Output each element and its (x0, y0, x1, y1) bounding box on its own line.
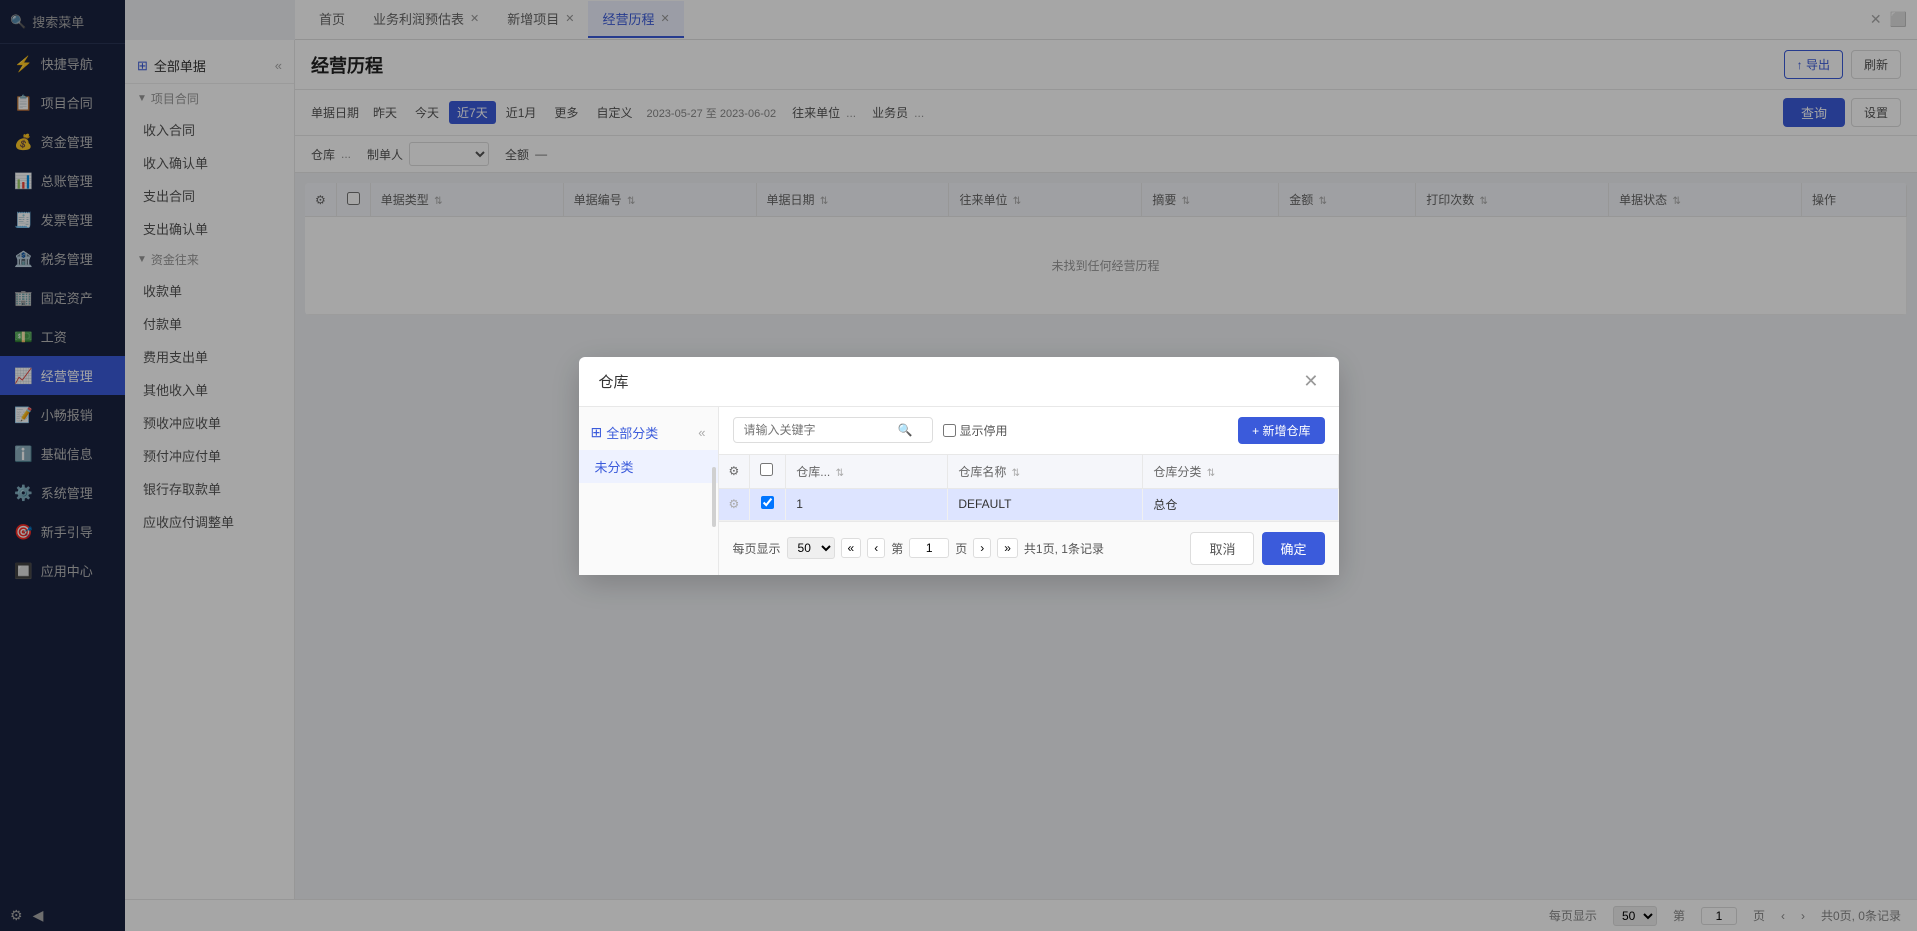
modal-search-box: 🔍 (733, 417, 933, 443)
row-code: DEFAULT (948, 488, 1143, 520)
modal-select-all[interactable] (760, 463, 773, 476)
modal-body: ⊞ 全部分类 « 未分类 🔍 显示 (579, 407, 1339, 575)
modal-sidebar-uncategorized[interactable]: 未分类 (579, 450, 718, 483)
modal-col-name: 仓库名称 ⇅ (948, 455, 1143, 489)
modal-col-category: 仓库分类 ⇅ (1143, 455, 1338, 489)
row-settings: ⚙ (719, 488, 750, 520)
table-row[interactable]: ⚙ 1 DEFAULT 总仓 (719, 488, 1339, 520)
modal-prev-page-btn[interactable]: ‹ (867, 538, 885, 558)
modal-sidebar-scrollbar (712, 467, 716, 527)
modal-per-page-label: 每页显示 (733, 540, 781, 557)
modal-next-page-btn[interactable]: › (973, 538, 991, 558)
modal-footer: 每页显示 50 « ‹ 第 页 › » 共1页, 1条记录 (719, 521, 1339, 575)
show-disabled-label: 显示停用 (943, 422, 1008, 439)
cancel-button[interactable]: 取消 (1190, 532, 1254, 565)
modal-page-input[interactable] (909, 538, 949, 558)
modal-page-label-2: 页 (955, 540, 967, 557)
add-warehouse-button[interactable]: + 新增仓库 (1238, 417, 1324, 444)
modal-page-label: 第 (891, 540, 903, 557)
modal-actions: 取消 确定 (1190, 532, 1324, 565)
modal-sidebar-header: ⊞ 全部分类 « (579, 415, 718, 450)
modal-all-label[interactable]: 全部分类 (606, 423, 658, 442)
row-id: 1 (786, 488, 948, 520)
modal-table: ⚙ 仓库... ⇅ 仓库名称 ⇅ 仓库分类 ⇅ ⚙ (719, 455, 1339, 521)
modal-toolbar: 🔍 显示停用 + 新增仓库 (719, 407, 1339, 455)
modal-overlay[interactable]: 仓库 ✕ ⊞ 全部分类 « 未分类 (0, 0, 1917, 931)
modal-sidebar: ⊞ 全部分类 « 未分类 (579, 407, 719, 575)
modal-header: 仓库 ✕ (579, 357, 1339, 407)
modal-search-icon[interactable]: 🔍 (898, 423, 913, 437)
modal-per-page-select[interactable]: 50 (787, 537, 835, 559)
modal-col-checkbox[interactable] (750, 455, 786, 489)
show-disabled-checkbox[interactable] (943, 424, 956, 437)
modal-title: 仓库 (599, 371, 629, 392)
modal-grid-icon: ⊞ (591, 424, 603, 441)
modal-col-id: 仓库... ⇅ (786, 455, 948, 489)
modal-last-page-btn[interactable]: » (997, 538, 1018, 558)
modal-first-page-btn[interactable]: « (841, 538, 862, 558)
row-checkbox[interactable] (750, 488, 786, 520)
modal-col-settings[interactable]: ⚙ (719, 455, 750, 489)
modal-content: 🔍 显示停用 + 新增仓库 ⚙ (719, 407, 1339, 575)
row-select-checkbox[interactable] (761, 496, 774, 509)
modal-table-area: ⚙ 仓库... ⇅ 仓库名称 ⇅ 仓库分类 ⇅ ⚙ (719, 455, 1339, 521)
modal-sidebar-collapse[interactable]: « (698, 425, 705, 440)
modal-total: 共1页, 1条记录 (1024, 540, 1104, 557)
warehouse-modal: 仓库 ✕ ⊞ 全部分类 « 未分类 (579, 357, 1339, 575)
modal-close-button[interactable]: ✕ (1303, 371, 1318, 392)
modal-search-input[interactable] (744, 423, 894, 437)
row-name: 总仓 (1143, 488, 1338, 520)
modal-pagination: 每页显示 50 « ‹ 第 页 › » 共1页, 1条记录 (733, 537, 1104, 559)
show-disabled-text: 显示停用 (960, 422, 1008, 439)
confirm-button[interactable]: 确定 (1262, 532, 1324, 565)
